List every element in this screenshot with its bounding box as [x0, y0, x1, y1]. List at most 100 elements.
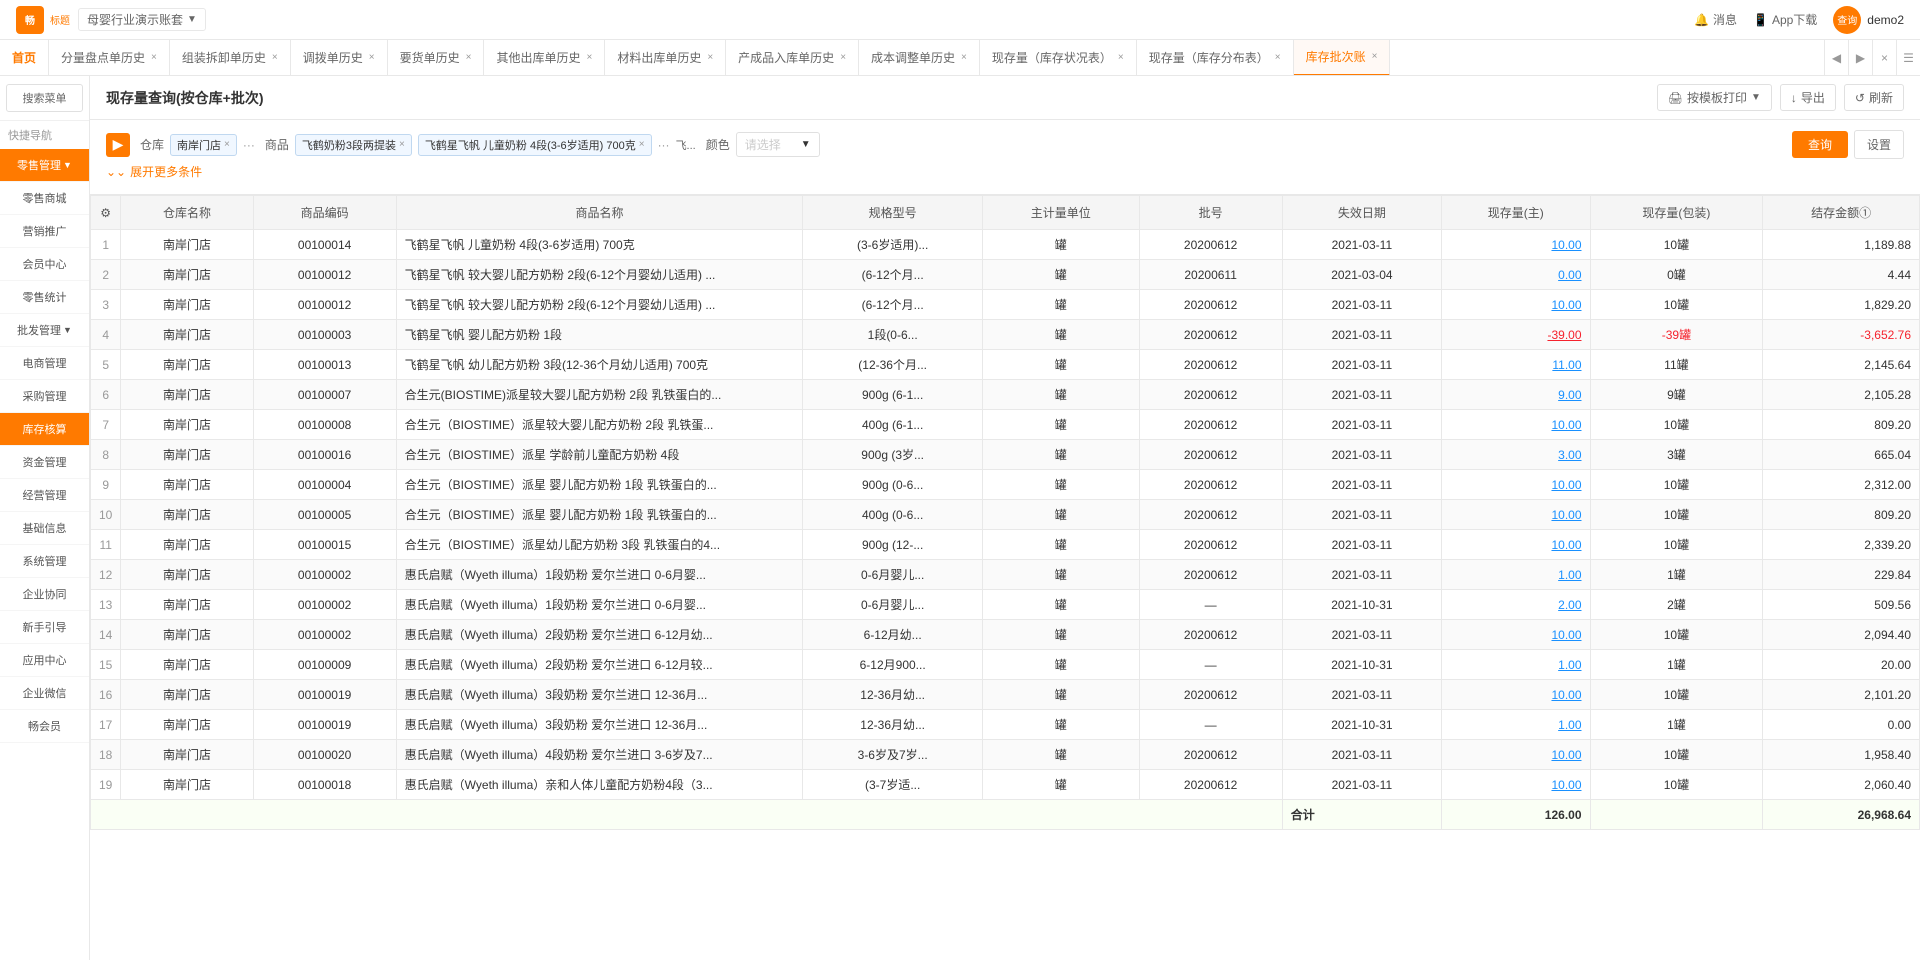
nav-prev-arrow[interactable]: ◀	[1824, 40, 1848, 76]
warehouse-tag-close[interactable]: ×	[224, 139, 230, 150]
row-name: 合生元（BIOSTIME）派星幼儿配方奶粉 3段 乳铁蛋白的4...	[396, 530, 803, 560]
row-qty-main[interactable]: 11.00	[1442, 350, 1590, 380]
tab-batch-account[interactable]: 库存批次账 ×	[1294, 40, 1391, 76]
sidebar-item-wechat[interactable]: 企业微信	[0, 677, 89, 710]
tab-split-history[interactable]: 分量盘点单历史 ×	[49, 40, 170, 76]
row-qty-main[interactable]: 10.00	[1442, 740, 1590, 770]
close-icon[interactable]: ×	[369, 52, 375, 63]
row-qty-main[interactable]: 10.00	[1442, 500, 1590, 530]
close-icon[interactable]: ×	[1372, 51, 1378, 62]
expand-more-button[interactable]: ⌄⌄ 展开更多条件	[106, 159, 1904, 184]
warehouse-tag[interactable]: 南岸门店 ×	[170, 134, 237, 156]
nav-menu-icon[interactable]: ☰	[1896, 40, 1920, 76]
close-icon[interactable]: ×	[840, 52, 846, 63]
row-qty-main[interactable]: 10.00	[1442, 680, 1590, 710]
row-qty-main[interactable]: 10.00	[1442, 230, 1590, 260]
row-qty-main[interactable]: -39.00	[1442, 320, 1590, 350]
row-qty-main[interactable]: 10.00	[1442, 290, 1590, 320]
row-unit: 罐	[982, 350, 1139, 380]
expand-filter-button[interactable]: ▶	[106, 133, 130, 157]
col-settings[interactable]: ⚙	[91, 196, 121, 230]
row-qty-main[interactable]: 9.00	[1442, 380, 1590, 410]
goods-tag-2[interactable]: 飞鹤星飞帆 儿童奶粉 4段(3-6岁适用) 700克 ×	[418, 134, 652, 156]
close-icon[interactable]: ×	[961, 52, 967, 63]
sidebar-item-retail-stats[interactable]: 零售统计	[0, 281, 89, 314]
row-qty-main[interactable]: 10.00	[1442, 410, 1590, 440]
warehouse-more-icon[interactable]: ···	[243, 138, 255, 152]
col-warehouse: 仓库名称	[121, 196, 253, 230]
row-qty-main[interactable]: 10.00	[1442, 770, 1590, 800]
sidebar-item-member2[interactable]: 畅会员	[0, 710, 89, 743]
row-qty-main[interactable]: 2.00	[1442, 590, 1590, 620]
goods-tag-1-close[interactable]: ×	[399, 139, 405, 150]
org-selector[interactable]: 母婴行业演示账套 ▼	[78, 8, 206, 31]
color-dropdown[interactable]: 请选择 ▼	[736, 132, 820, 157]
sidebar-item-retail-shop[interactable]: 零售商城	[0, 182, 89, 215]
close-icon[interactable]: ×	[707, 52, 713, 63]
row-warehouse: 南岸门店	[121, 620, 253, 650]
row-qty-main[interactable]: 0.00	[1442, 260, 1590, 290]
tab-stock-status[interactable]: 现存量（库存状况表） ×	[980, 40, 1137, 76]
tab-require-history[interactable]: 要货单历史 ×	[388, 40, 485, 76]
row-num: 18	[91, 740, 121, 770]
refresh-button[interactable]: ↺ 刷新	[1844, 84, 1904, 111]
close-icon[interactable]: ×	[1275, 52, 1281, 63]
row-qty-main[interactable]: 3.00	[1442, 440, 1590, 470]
sidebar-item-retail[interactable]: 零售管理 ▼	[0, 149, 89, 182]
row-qty-main[interactable]: 10.00	[1442, 470, 1590, 500]
tab-material-out-history[interactable]: 材料出库单历史 ×	[605, 40, 726, 76]
goods-tag-2-close[interactable]: ×	[639, 139, 645, 150]
sidebar-item-newbie[interactable]: 新手引导	[0, 611, 89, 644]
goods-search-field: 商品 飞鹤奶粉3段两提装 × 飞鹤星飞帆 儿童奶粉 4段(3-6岁适用) 700…	[265, 134, 696, 156]
tab-product-in-history[interactable]: 产成品入库单历史 ×	[726, 40, 859, 76]
row-batch: 20200612	[1139, 410, 1282, 440]
sidebar-item-finance[interactable]: 资金管理	[0, 446, 89, 479]
tab-cost-adjust-history[interactable]: 成本调整单历史 ×	[859, 40, 980, 76]
print-button[interactable]: 🖨 按模板打印 ▼	[1657, 84, 1772, 111]
tab-unpack-history[interactable]: 组装拆卸单历史 ×	[170, 40, 291, 76]
sidebar-item-ecommerce[interactable]: 电商管理	[0, 347, 89, 380]
row-qty-main[interactable]: 1.00	[1442, 710, 1590, 740]
sidebar-item-member[interactable]: 会员中心	[0, 248, 89, 281]
sidebar-item-purchase[interactable]: 采购管理	[0, 380, 89, 413]
row-qty-main[interactable]: 1.00	[1442, 560, 1590, 590]
sidebar-item-operations[interactable]: 经营管理	[0, 479, 89, 512]
sidebar-item-marketing[interactable]: 营销推广	[0, 215, 89, 248]
nav-close-icon[interactable]: ×	[1872, 40, 1896, 76]
close-icon[interactable]: ×	[586, 52, 592, 63]
sidebar-item-wholesale[interactable]: 批发管理 ▼	[0, 314, 89, 347]
goods-more-icon[interactable]: ···	[658, 138, 670, 152]
messages-button[interactable]: 🔔 消息	[1694, 11, 1737, 28]
close-icon[interactable]: ×	[272, 52, 278, 63]
export-button[interactable]: ↓ 导出	[1780, 84, 1836, 111]
tab-home[interactable]: 首页	[0, 40, 49, 76]
row-spec: (6-12个月...	[803, 290, 983, 320]
sidebar-item-enterprise[interactable]: 企业协同	[0, 578, 89, 611]
close-icon[interactable]: ×	[1118, 52, 1124, 63]
sidebar-item-appstore[interactable]: 应用中心	[0, 644, 89, 677]
row-spec: 6-12月幼...	[803, 620, 983, 650]
row-qty-main[interactable]: 10.00	[1442, 620, 1590, 650]
tab-other-out-history[interactable]: 其他出库单历史 ×	[484, 40, 605, 76]
search-menu-button[interactable]: 搜索菜单	[6, 84, 83, 112]
setting-button[interactable]: 设置	[1854, 130, 1904, 159]
close-icon[interactable]: ×	[151, 52, 157, 63]
row-qty-main[interactable]: 10.00	[1442, 530, 1590, 560]
sidebar-item-inventory[interactable]: 库存核算	[0, 413, 89, 446]
user-area[interactable]: 查询 demo2	[1833, 6, 1904, 34]
color-search-field: 颜色 请选择 ▼	[706, 132, 820, 157]
row-name: 惠氏启赋（Wyeth illuma）4段奶粉 爱尔兰进口 3-6岁及7...	[396, 740, 803, 770]
row-unit: 罐	[982, 530, 1139, 560]
goods-tag-1[interactable]: 飞鹤奶粉3段两提装 ×	[295, 134, 412, 156]
nav-next-arrow[interactable]: ▶	[1848, 40, 1872, 76]
row-num: 9	[91, 470, 121, 500]
sidebar-item-system[interactable]: 系统管理	[0, 545, 89, 578]
query-button[interactable]: 查询	[1792, 131, 1848, 158]
app-download-button[interactable]: 📱 App下载	[1753, 11, 1817, 28]
tab-stock-dist[interactable]: 现存量（库存分布表） ×	[1137, 40, 1294, 76]
sidebar-item-basic[interactable]: 基础信息	[0, 512, 89, 545]
tab-transfer-history[interactable]: 调拨单历史 ×	[291, 40, 388, 76]
row-qty-main[interactable]: 1.00	[1442, 650, 1590, 680]
close-icon[interactable]: ×	[466, 52, 472, 63]
row-warehouse: 南岸门店	[121, 770, 253, 800]
